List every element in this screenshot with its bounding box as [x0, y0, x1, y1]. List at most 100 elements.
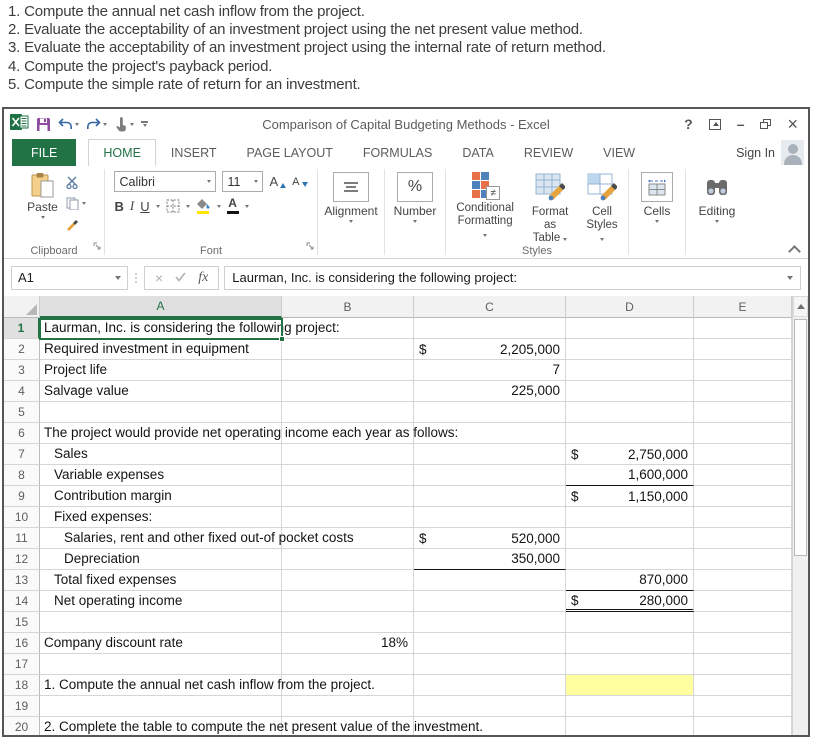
row-header-4[interactable]: 4 [4, 381, 40, 402]
cell-A9[interactable]: Contribution margin [40, 486, 282, 507]
fill-color-button[interactable] [196, 198, 211, 214]
cell-A19[interactable] [40, 696, 282, 717]
cell-A14[interactable]: Net operating income [40, 591, 282, 612]
cell-A4[interactable]: Salvage value [40, 381, 282, 402]
cell-A1[interactable]: Laurman, Inc. is considering the followi… [40, 318, 340, 339]
formula-input[interactable]: Laurman, Inc. is considering the followi… [224, 265, 801, 290]
cell-C10[interactable] [414, 507, 566, 528]
select-all-button[interactable] [4, 296, 40, 318]
row-header-14[interactable]: 14 [4, 591, 40, 612]
cell-D4[interactable] [566, 381, 694, 402]
cell-E5[interactable] [694, 402, 792, 423]
tab-page-layout[interactable]: PAGE LAYOUT [232, 139, 348, 166]
row-header-19[interactable]: 19 [4, 696, 40, 717]
cell-E14[interactable] [694, 591, 792, 612]
column-header-A[interactable]: A [40, 296, 282, 318]
formula-bar-splitter[interactable] [133, 272, 139, 283]
cell-E16[interactable] [694, 633, 792, 654]
column-header-B[interactable]: B [282, 296, 414, 318]
row-header-13[interactable]: 13 [4, 570, 40, 591]
row-header-6[interactable]: 6 [4, 423, 40, 444]
font-size-combo[interactable]: 11 [222, 171, 264, 192]
row-header-11[interactable]: 11 [4, 528, 40, 549]
row-header-9[interactable]: 9 [4, 486, 40, 507]
cell-B5[interactable] [282, 402, 414, 423]
cell-E20[interactable] [694, 717, 792, 735]
insert-function-button[interactable]: fx [198, 270, 208, 286]
restore-button[interactable] [760, 119, 771, 129]
cell-E15[interactable] [694, 612, 792, 633]
cell-B15[interactable] [282, 612, 414, 633]
cell-D9[interactable]: $1,150,000 [566, 486, 694, 507]
cell-D11[interactable] [566, 528, 694, 549]
row-header-3[interactable]: 3 [4, 360, 40, 381]
customize-qat-button[interactable] [141, 121, 148, 127]
cell-E12[interactable] [694, 549, 792, 570]
cell-A11[interactable]: Salaries, rent and other fixed out-of po… [40, 528, 354, 549]
cell-A7[interactable]: Sales [40, 444, 282, 465]
row-header-2[interactable]: 2 [4, 339, 40, 360]
undo-button[interactable] [58, 117, 79, 131]
cell-C14[interactable] [414, 591, 566, 612]
cell-B12[interactable] [282, 549, 414, 570]
cell-E1[interactable] [694, 318, 792, 339]
font-color-button[interactable]: A [226, 197, 239, 214]
cell-B10[interactable] [282, 507, 414, 528]
cell-E17[interactable] [694, 654, 792, 675]
cell-C17[interactable] [414, 654, 566, 675]
cell-E10[interactable] [694, 507, 792, 528]
italic-button[interactable]: I [130, 198, 134, 214]
cell-D13[interactable]: 870,000 [566, 570, 694, 591]
number-button[interactable]: % Number [387, 171, 444, 243]
cell-D10[interactable] [566, 507, 694, 528]
paste-button[interactable]: Paste [22, 171, 63, 243]
scrollbar-thumb[interactable] [794, 319, 807, 556]
name-box[interactable]: A1 [11, 265, 128, 290]
format-painter-button[interactable] [66, 216, 86, 232]
cell-A6[interactable]: The project would provide net operating … [40, 423, 458, 444]
cell-C3[interactable]: 7 [414, 360, 566, 381]
bold-button[interactable]: B [114, 199, 123, 214]
cell-C16[interactable] [414, 633, 566, 654]
cell-A20[interactable]: 2. Complete the table to compute the net… [40, 717, 483, 735]
cell-B8[interactable] [282, 465, 414, 486]
cancel-entry-button[interactable]: × [155, 270, 163, 286]
redo-button[interactable] [86, 117, 107, 131]
cell-E11[interactable] [694, 528, 792, 549]
cell-C7[interactable] [414, 444, 566, 465]
cell-E7[interactable] [694, 444, 792, 465]
scroll-up-button[interactable] [793, 296, 808, 317]
cell-D14[interactable]: $280,000 [566, 591, 694, 612]
copy-button[interactable] [66, 195, 86, 211]
cell-B13[interactable] [282, 570, 414, 591]
cell-A18[interactable]: 1. Compute the annual net cash inflow fr… [40, 675, 375, 696]
cell-B7[interactable] [282, 444, 414, 465]
cell-B19[interactable] [282, 696, 414, 717]
close-button[interactable]: × [787, 115, 798, 133]
tab-home[interactable]: HOME [88, 139, 156, 166]
row-header-20[interactable]: 20 [4, 717, 40, 735]
clipboard-dialog-launcher[interactable] [93, 238, 102, 256]
column-header-C[interactable]: C [414, 296, 566, 318]
cell-C19[interactable] [414, 696, 566, 717]
underline-button[interactable]: U [140, 199, 149, 214]
cell-E8[interactable] [694, 465, 792, 486]
column-header-E[interactable]: E [694, 296, 792, 318]
shrink-font-button[interactable]: A [292, 176, 308, 188]
cell-C5[interactable] [414, 402, 566, 423]
cell-D3[interactable] [566, 360, 694, 381]
alignment-button[interactable]: Alignment [317, 171, 384, 243]
cell-D18[interactable] [566, 675, 694, 696]
cell-B16[interactable]: 18% [282, 633, 414, 654]
cell-C4[interactable]: 225,000 [414, 381, 566, 402]
cell-E3[interactable] [694, 360, 792, 381]
sign-in[interactable]: Sign In [736, 139, 808, 166]
font-name-combo[interactable]: Calibri [114, 171, 217, 192]
cell-C11[interactable]: $520,000 [414, 528, 566, 549]
touch-mode-button[interactable] [114, 116, 134, 132]
row-header-10[interactable]: 10 [4, 507, 40, 528]
cell-D7[interactable]: $2,750,000 [566, 444, 694, 465]
enter-entry-button[interactable] [175, 269, 186, 287]
row-header-12[interactable]: 12 [4, 549, 40, 570]
cell-B4[interactable] [282, 381, 414, 402]
